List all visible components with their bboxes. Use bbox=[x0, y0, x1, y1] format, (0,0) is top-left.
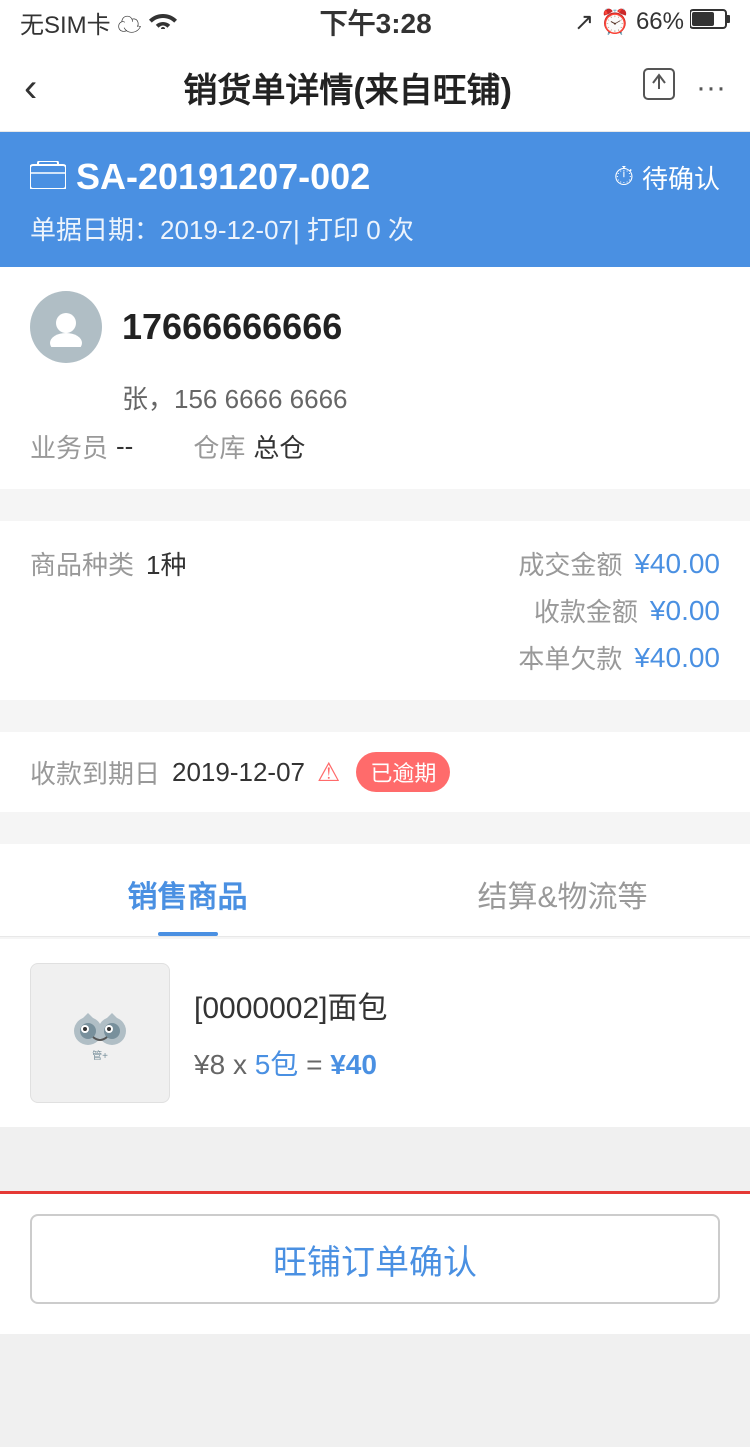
confirm-button[interactable]: 旺铺订单确认 bbox=[30, 1214, 720, 1304]
clock-icon: ⏱ bbox=[614, 161, 634, 193]
divider-1 bbox=[0, 505, 750, 521]
customer-name: 张，156 6666 6666 bbox=[30, 379, 720, 416]
salesperson-value: -- bbox=[116, 431, 133, 462]
product-price: ¥8 x 5包 = ¥40 bbox=[194, 1043, 720, 1083]
status-right: ↗ ⏰ 66% bbox=[574, 8, 730, 37]
status-bar: 无SIM卡 ☁ 下午3:28 ↗ ⏰ 66% bbox=[0, 0, 750, 44]
product-type: 商品种类 1种 bbox=[30, 545, 186, 582]
due-section: 收款到期日 2019-12-07 ⚠ 已逾期 bbox=[0, 732, 750, 812]
warehouse-label: 仓库 bbox=[193, 428, 245, 465]
type-value: 1种 bbox=[146, 545, 186, 582]
product-row: 管+ [0000002]面包 ¥8 x 5包 = ¥40 bbox=[30, 963, 720, 1103]
alarm-icon: ⏰ bbox=[600, 8, 630, 37]
divider-2 bbox=[0, 716, 750, 732]
avatar bbox=[30, 291, 102, 363]
battery-text: 66% bbox=[636, 8, 684, 36]
product-section: 管+ [0000002]面包 ¥8 x 5包 = ¥40 bbox=[0, 939, 750, 1127]
transaction-label: 成交金额 bbox=[518, 545, 622, 582]
received-label: 收款金额 bbox=[534, 592, 638, 629]
product-image: 管+ bbox=[30, 963, 170, 1103]
header-card: SA-20191207-002 ⏱ 待确认 单据日期：2019-12-07| 打… bbox=[0, 132, 750, 267]
tab-products[interactable]: 销售商品 bbox=[0, 844, 375, 936]
product-info: [0000002]面包 ¥8 x 5包 = ¥40 bbox=[194, 983, 720, 1083]
due-date: 2019-12-07 bbox=[172, 757, 305, 788]
warning-icon: ⚠ bbox=[317, 757, 340, 788]
tabs-section: 销售商品 结算&物流等 bbox=[0, 844, 750, 937]
order-icon bbox=[30, 156, 66, 198]
svg-text:管+: 管+ bbox=[92, 1049, 108, 1062]
order-number: SA-20191207-002 bbox=[30, 156, 370, 198]
share-icon[interactable] bbox=[642, 67, 676, 109]
location-icon: ↗ bbox=[574, 8, 594, 37]
status-left: 无SIM卡 ☁ bbox=[20, 5, 177, 40]
tab-settlement[interactable]: 结算&物流等 bbox=[375, 844, 750, 936]
tabs-row: 销售商品 结算&物流等 bbox=[0, 844, 750, 936]
customer-phone: 17666666666 bbox=[122, 306, 342, 348]
no-sim-text: 无SIM卡 ☁ bbox=[20, 5, 141, 40]
customer-row: 17666666666 bbox=[30, 291, 720, 363]
back-button[interactable]: ‹ bbox=[24, 68, 37, 108]
customer-meta: 业务员 -- 仓库 总仓 bbox=[30, 428, 720, 465]
summary-section: 商品种类 1种 成交金额 ¥40.00 收款金额 ¥0.00 本单欠款 ¥40.… bbox=[0, 521, 750, 700]
product-name: [0000002]面包 bbox=[194, 983, 720, 1027]
quantity: 5包 bbox=[255, 1049, 299, 1080]
type-label: 商品种类 bbox=[30, 545, 134, 582]
customer-section: 17666666666 张，156 6666 6666 业务员 -- 仓库 总仓 bbox=[0, 267, 750, 489]
unit-price: ¥8 bbox=[194, 1049, 225, 1080]
bottom-bar: 旺铺订单确认 bbox=[0, 1191, 750, 1334]
owed-label: 本单欠款 bbox=[518, 639, 622, 676]
transaction-value: ¥40.00 bbox=[634, 548, 720, 580]
overdue-badge: 已逾期 bbox=[356, 752, 450, 792]
warehouse-item: 仓库 总仓 bbox=[193, 428, 305, 465]
salesperson-label: 业务员 bbox=[30, 428, 108, 465]
multiply-sign: x bbox=[233, 1049, 255, 1080]
divider-3 bbox=[0, 828, 750, 844]
warehouse-value: 总仓 bbox=[253, 428, 305, 465]
order-date: 单据日期：2019-12-07| 打印 0 次 bbox=[30, 210, 720, 247]
battery-icon bbox=[690, 8, 730, 37]
received-amount: 收款金额 ¥0.00 bbox=[534, 592, 720, 629]
order-status: ⏱ 待确认 bbox=[614, 159, 720, 196]
transaction-amount: 成交金额 ¥40.00 bbox=[518, 545, 720, 582]
page-title: 销货单详情(来自旺铺) bbox=[53, 63, 642, 112]
equals-sign: = bbox=[306, 1049, 330, 1080]
owed-amount: 本单欠款 ¥40.00 bbox=[518, 639, 720, 676]
more-icon[interactable]: ··· bbox=[696, 71, 726, 105]
status-time: 下午3:28 bbox=[320, 2, 432, 42]
owed-value: ¥40.00 bbox=[634, 642, 720, 674]
received-value: ¥0.00 bbox=[650, 595, 720, 627]
due-label: 收款到期日 bbox=[30, 754, 160, 791]
nav-bar: ‹ 销货单详情(来自旺铺) ··· bbox=[0, 44, 750, 132]
nav-actions: ··· bbox=[642, 67, 726, 109]
wifi-icon bbox=[149, 8, 177, 36]
salesperson-item: 业务员 -- bbox=[30, 428, 133, 465]
amount-list: 成交金额 ¥40.00 收款金额 ¥0.00 本单欠款 ¥40.00 bbox=[518, 545, 720, 676]
total-price: ¥40 bbox=[330, 1049, 377, 1080]
summary-row: 商品种类 1种 成交金额 ¥40.00 收款金额 ¥0.00 本单欠款 ¥40.… bbox=[30, 545, 720, 676]
